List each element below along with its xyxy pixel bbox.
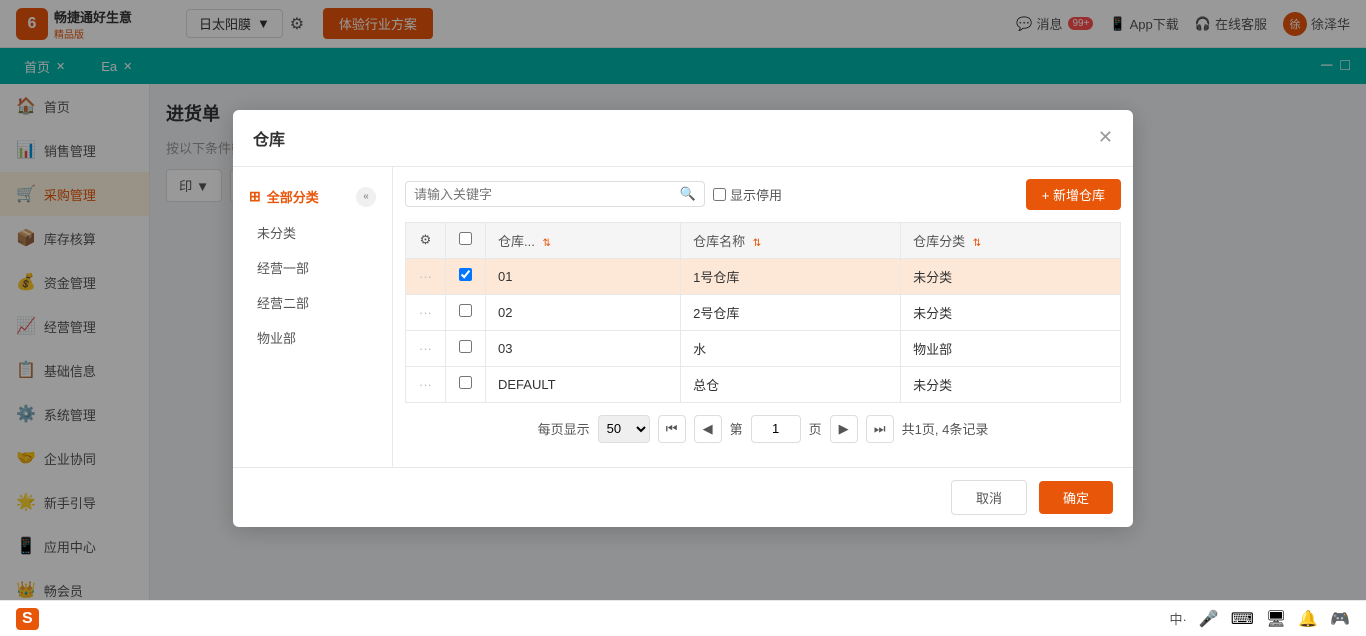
row-select-checkbox[interactable] bbox=[459, 268, 472, 281]
table-row[interactable]: ··· DEFAULT 总仓 未分类 bbox=[406, 366, 1121, 402]
th-settings: ⚙ bbox=[406, 222, 446, 258]
category-dept2[interactable]: 经营二部 bbox=[233, 285, 392, 320]
category-unclassified[interactable]: 未分类 bbox=[233, 215, 392, 250]
search-input[interactable] bbox=[414, 187, 676, 202]
cancel-button[interactable]: 取消 bbox=[951, 480, 1027, 515]
collapse-button[interactable]: « bbox=[356, 187, 376, 207]
confirm-button[interactable]: 确定 bbox=[1039, 481, 1113, 514]
row-category: 未分类 bbox=[901, 294, 1121, 330]
taskbar-game-icon[interactable]: 🎮 bbox=[1330, 609, 1350, 629]
row-dots[interactable]: ··· bbox=[406, 366, 446, 402]
row-select-checkbox[interactable] bbox=[459, 340, 472, 353]
modal-header: 仓库 ✕ bbox=[233, 110, 1133, 167]
taskbar-zh-label[interactable]: 中· bbox=[1169, 609, 1186, 628]
modal-toolbar: 🔍 显示停用 + 新增仓库 bbox=[405, 179, 1121, 210]
total-info: 共1页, 4条记录 bbox=[902, 419, 989, 438]
show-disabled-text: 显示停用 bbox=[730, 185, 782, 204]
category-property[interactable]: 物业部 bbox=[233, 320, 392, 355]
modal-body: ⊞ 全部分类 « 未分类 经营一部 经营二部 物业部 🔍 bbox=[233, 167, 1133, 467]
category-all[interactable]: ⊞ 全部分类 « bbox=[233, 179, 392, 215]
prev-page-button[interactable]: ◀ bbox=[694, 415, 722, 443]
next-page-button[interactable]: ▶ bbox=[830, 415, 858, 443]
row-dots[interactable]: ··· bbox=[406, 258, 446, 294]
row-dots[interactable]: ··· bbox=[406, 294, 446, 330]
table-row[interactable]: ··· 01 1号仓库 未分类 bbox=[406, 258, 1121, 294]
row-name: 1号仓库 bbox=[681, 258, 901, 294]
row-index: DEFAULT bbox=[486, 366, 681, 402]
row-name: 水 bbox=[681, 330, 901, 366]
search-input-wrap: 🔍 bbox=[405, 181, 705, 207]
sort-name-icon: ⇅ bbox=[753, 238, 761, 249]
category-sidebar: ⊞ 全部分类 « 未分类 经营一部 经营二部 物业部 bbox=[233, 167, 393, 467]
row-select-checkbox[interactable] bbox=[459, 376, 472, 389]
taskbar-logo: S bbox=[16, 608, 39, 630]
row-checkbox[interactable] bbox=[446, 258, 486, 294]
modal-footer: 取消 确定 bbox=[233, 467, 1133, 527]
sort-code-icon: ⇅ bbox=[542, 238, 550, 249]
modal-title: 仓库 bbox=[253, 126, 285, 150]
row-category: 未分类 bbox=[901, 366, 1121, 402]
row-dots[interactable]: ··· bbox=[406, 330, 446, 366]
taskbar-bell-icon[interactable]: 🔔 bbox=[1298, 609, 1318, 629]
th-category-label: 仓库分类 bbox=[913, 234, 965, 249]
per-page-select[interactable]: 50 100 200 bbox=[598, 415, 650, 443]
show-disabled-label[interactable]: 显示停用 bbox=[713, 185, 782, 204]
row-checkbox[interactable] bbox=[446, 330, 486, 366]
last-page-button[interactable]: ⏭ bbox=[866, 415, 894, 443]
sort-category-icon: ⇅ bbox=[973, 238, 981, 249]
table-row[interactable]: ··· 03 水 物业部 bbox=[406, 330, 1121, 366]
category-all-label: 全部分类 bbox=[267, 187, 319, 206]
row-checkbox[interactable] bbox=[446, 366, 486, 402]
taskbar-mic-icon[interactable]: 🎤 bbox=[1199, 609, 1219, 629]
show-disabled-checkbox[interactable] bbox=[713, 188, 726, 201]
first-page-button[interactable]: ⏮ bbox=[658, 415, 686, 443]
modal-overlay[interactable]: 仓库 ✕ ⊞ 全部分类 « 未分类 经营一部 经营二部 物业部 bbox=[0, 0, 1366, 636]
category-dept1[interactable]: 经营一部 bbox=[233, 250, 392, 285]
th-name[interactable]: 仓库名称 ⇅ bbox=[681, 222, 901, 258]
modal-close-button[interactable]: ✕ bbox=[1098, 127, 1113, 148]
row-category: 物业部 bbox=[901, 330, 1121, 366]
taskbar-monitor-icon[interactable]: 🖥 bbox=[1266, 609, 1286, 629]
taskbar-keyboard-icon[interactable]: ⌨ bbox=[1231, 609, 1254, 629]
row-index: 03 bbox=[486, 330, 681, 366]
row-name: 2号仓库 bbox=[681, 294, 901, 330]
row-index: 01 bbox=[486, 258, 681, 294]
th-code[interactable]: 仓库... ⇅ bbox=[486, 222, 681, 258]
modal-main: 🔍 显示停用 + 新增仓库 ⚙ bbox=[393, 167, 1133, 467]
th-code-label: 仓库... bbox=[498, 234, 535, 249]
row-checkbox[interactable] bbox=[446, 294, 486, 330]
warehouse-table: ⚙ 仓库... ⇅ 仓库名称 ⇅ bbox=[405, 222, 1121, 403]
page-suffix: 页 bbox=[809, 419, 822, 438]
add-warehouse-button[interactable]: + 新增仓库 bbox=[1026, 179, 1121, 210]
row-name: 总仓 bbox=[681, 366, 901, 402]
row-category: 未分类 bbox=[901, 258, 1121, 294]
select-all-checkbox[interactable] bbox=[459, 232, 472, 245]
row-select-checkbox[interactable] bbox=[459, 304, 472, 317]
search-icon: 🔍 bbox=[680, 186, 696, 202]
grid-icon: ⊞ bbox=[249, 188, 261, 205]
th-category[interactable]: 仓库分类 ⇅ bbox=[901, 222, 1121, 258]
th-name-label: 仓库名称 bbox=[693, 234, 745, 249]
page-number-input[interactable] bbox=[751, 415, 801, 443]
taskbar-s-logo: S bbox=[16, 608, 39, 630]
warehouse-table-wrap: ⚙ 仓库... ⇅ 仓库名称 ⇅ bbox=[405, 222, 1121, 403]
th-checkbox bbox=[446, 222, 486, 258]
warehouse-modal: 仓库 ✕ ⊞ 全部分类 « 未分类 经营一部 经营二部 物业部 bbox=[233, 110, 1133, 527]
table-row[interactable]: ··· 02 2号仓库 未分类 bbox=[406, 294, 1121, 330]
pagination: 每页显示 50 100 200 ⏮ ◀ 第 页 ▶ ⏭ 共1页, 4条记录 bbox=[405, 403, 1121, 455]
page-label: 第 bbox=[730, 419, 743, 438]
taskbar: S 中· 🎤 ⌨ 🖥 🔔 🎮 bbox=[0, 600, 1366, 636]
per-page-label: 每页显示 bbox=[538, 419, 590, 438]
row-index: 02 bbox=[486, 294, 681, 330]
